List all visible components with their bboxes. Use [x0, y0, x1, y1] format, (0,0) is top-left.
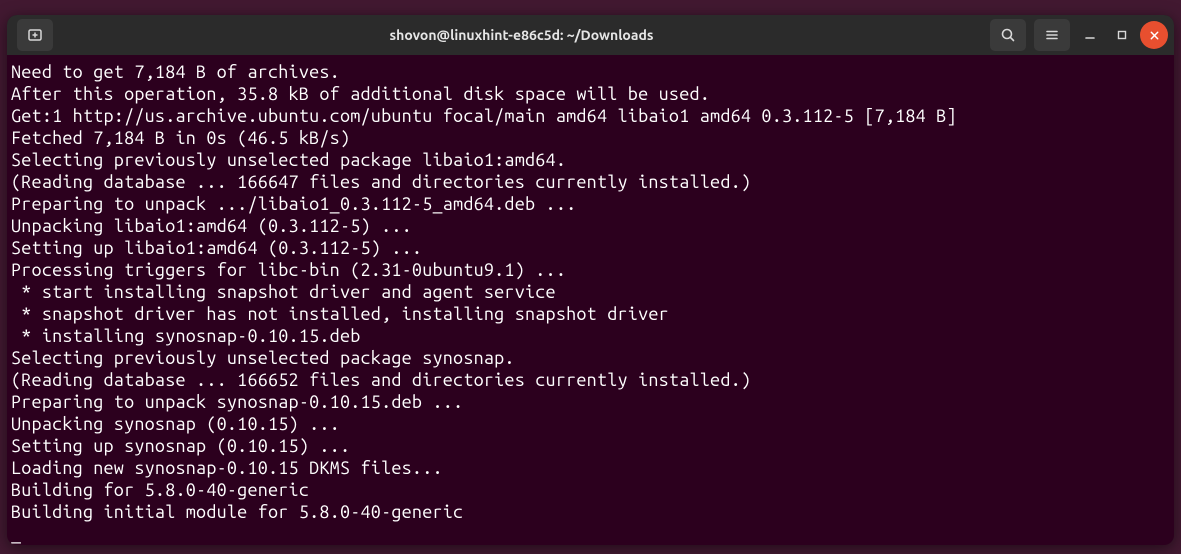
hamburger-icon: [1044, 27, 1060, 43]
terminal-line: (Reading database ... 166652 files and d…: [11, 369, 1170, 391]
terminal-line: Fetched 7,184 B in 0s (46.5 kB/s): [11, 127, 1170, 149]
maximize-icon: [1116, 29, 1128, 41]
terminal-line: Unpacking synosnap (0.10.15) ...: [11, 413, 1170, 435]
search-button[interactable]: [990, 19, 1026, 51]
terminal-line: Setting up libaio1:amd64 (0.3.112-5) ...: [11, 237, 1170, 259]
minimize-button[interactable]: [1076, 21, 1104, 49]
terminal-line: * start installing snapshot driver and a…: [11, 281, 1170, 303]
terminal-line: Selecting previously unselected package …: [11, 149, 1170, 171]
terminal-line: Preparing to unpack .../libaio1_0.3.112-…: [11, 193, 1170, 215]
terminal-line: Need to get 7,184 B of archives.: [11, 61, 1170, 83]
terminal-line: * installing synosnap-0.10.15.deb: [11, 325, 1170, 347]
terminal-line: Processing triggers for libc-bin (2.31-0…: [11, 259, 1170, 281]
search-icon: [1000, 27, 1016, 43]
menu-button[interactable]: [1034, 19, 1070, 51]
terminal-line: Loading new synosnap-0.10.15 DKMS files.…: [11, 457, 1170, 479]
terminal-line: Building for 5.8.0-40-generic: [11, 479, 1170, 501]
maximize-button[interactable]: [1108, 21, 1136, 49]
cursor: _: [11, 523, 21, 545]
terminal-line: Setting up synosnap (0.10.15) ...: [11, 435, 1170, 457]
close-button[interactable]: [1140, 21, 1168, 49]
terminal-line: Unpacking libaio1:amd64 (0.3.112-5) ...: [11, 215, 1170, 237]
new-tab-button[interactable]: [17, 19, 53, 51]
titlebar-right-controls: [988, 19, 1168, 51]
terminal-line: Preparing to unpack synosnap-0.10.15.deb…: [11, 391, 1170, 413]
terminal-line: * snapshot driver has not installed, ins…: [11, 303, 1170, 325]
minimize-icon: [1084, 29, 1096, 41]
terminal-output[interactable]: Need to get 7,184 B of archives.After th…: [7, 55, 1174, 545]
window-title: shovon@linuxhint-e86c5d: ~/Downloads: [55, 27, 988, 43]
terminal-line: Get:1 http://us.archive.ubuntu.com/ubunt…: [11, 105, 1170, 127]
terminal-line: After this operation, 35.8 kB of additio…: [11, 83, 1170, 105]
new-tab-icon: [27, 27, 43, 43]
terminal-line: Building initial module for 5.8.0-40-gen…: [11, 501, 1170, 523]
titlebar: shovon@linuxhint-e86c5d: ~/Downloads: [7, 15, 1174, 55]
close-icon: [1149, 30, 1160, 41]
terminal-line: Selecting previously unselected package …: [11, 347, 1170, 369]
terminal-window: shovon@linuxhint-e86c5d: ~/Downloads: [7, 15, 1174, 545]
terminal-line: (Reading database ... 166647 files and d…: [11, 171, 1170, 193]
